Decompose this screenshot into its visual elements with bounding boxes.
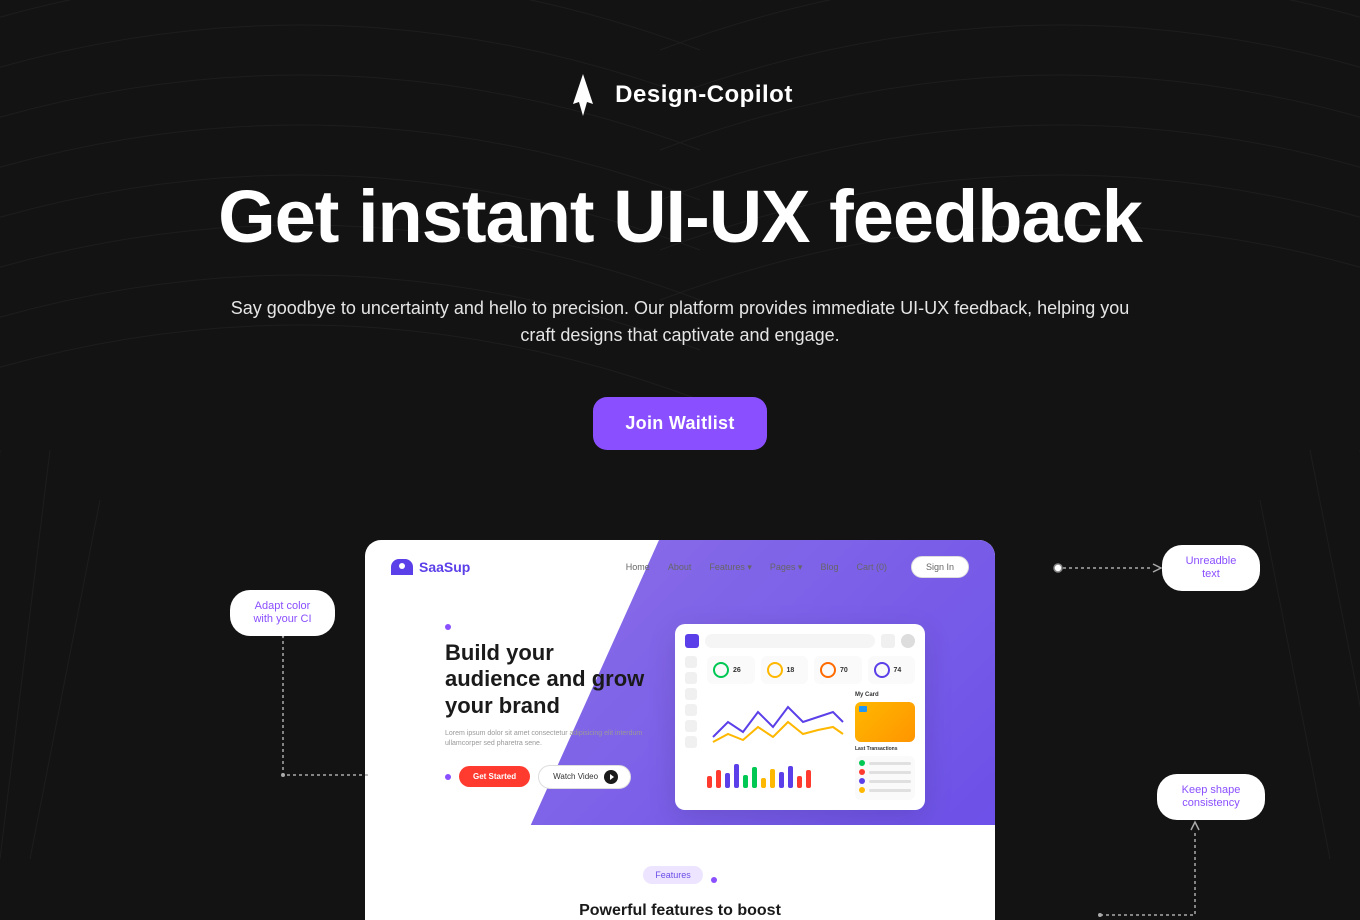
play-icon bbox=[604, 770, 618, 784]
mockup-cloud-icon bbox=[391, 559, 413, 575]
mockup-logo: SaaSup bbox=[391, 559, 470, 575]
stat-gauge-icon bbox=[874, 662, 890, 678]
mockup-nav-features: Features ▾ bbox=[709, 562, 752, 573]
mockup-nav-blog: Blog bbox=[820, 562, 838, 573]
connector-line-bottom-right bbox=[1095, 810, 1215, 920]
dashboard-transactions-title: Last Transactions bbox=[855, 746, 915, 752]
dashboard-bell-icon bbox=[881, 634, 895, 648]
chart-bar bbox=[725, 773, 730, 788]
dashboard-sidebar-item bbox=[685, 656, 697, 668]
mockup-subtext: Lorem ipsum dolor sit amet consectetur a… bbox=[445, 729, 645, 749]
stat-value: 26 bbox=[733, 667, 741, 674]
mockup-hero-section: Build your audience and grow your brand … bbox=[365, 594, 995, 810]
annotation-unreadable-text: Unreadble text bbox=[1162, 545, 1260, 591]
mockup-hero-text: Build your audience and grow your brand … bbox=[445, 624, 645, 810]
dashboard-line-chart bbox=[707, 692, 849, 752]
dashboard-card-title: My Card bbox=[855, 692, 915, 698]
hero-mockup-area: Adapt color with your CI Unreadble text … bbox=[230, 540, 1130, 920]
dashboard-credit-card bbox=[855, 702, 915, 742]
mockup-cta-buttons: Get Started Watch Video bbox=[445, 765, 645, 789]
mockup-watch-video-button: Watch Video bbox=[538, 765, 631, 789]
card-chip-icon bbox=[859, 706, 867, 712]
brand-name: Design-Copilot bbox=[615, 81, 793, 109]
logo-icon bbox=[567, 74, 599, 116]
list-line bbox=[869, 762, 911, 765]
dashboard-transaction-list bbox=[855, 756, 915, 800]
chart-bar bbox=[716, 770, 721, 788]
stat-value: 74 bbox=[894, 667, 902, 674]
dashboard-cloud-icon bbox=[685, 634, 699, 648]
dashboard-sidebar bbox=[685, 656, 701, 800]
hero-heading: Get instant UI-UX feedback bbox=[218, 174, 1142, 259]
status-dot-icon bbox=[859, 769, 865, 775]
dashboard-sidebar-item bbox=[685, 672, 697, 684]
join-waitlist-button[interactable]: Join Waitlist bbox=[593, 397, 766, 450]
stat-gauge-icon bbox=[767, 662, 783, 678]
list-item bbox=[859, 760, 911, 766]
list-item bbox=[859, 778, 911, 784]
chart-bar bbox=[770, 769, 775, 789]
list-item bbox=[859, 769, 911, 775]
annotation-adapt-color: Adapt color with your CI bbox=[230, 590, 335, 636]
chart-bar bbox=[779, 772, 784, 789]
dashboard-stat: 26 bbox=[707, 656, 755, 684]
dashboard-stat: 70 bbox=[814, 656, 862, 684]
mockup-accent-dot-2 bbox=[445, 774, 451, 780]
stat-value: 18 bbox=[787, 667, 795, 674]
chart-bar bbox=[707, 776, 712, 788]
chart-bar bbox=[797, 776, 802, 788]
mockup-nav-home: Home bbox=[626, 562, 650, 573]
dashboard-main: 26 18 70 bbox=[707, 656, 915, 800]
dashboard-avatar bbox=[901, 634, 915, 648]
chart-bar bbox=[752, 767, 757, 788]
dashboard-sidebar-item bbox=[685, 736, 697, 748]
mockup-get-started-button: Get Started bbox=[459, 766, 530, 787]
dashboard-bar-chart bbox=[707, 758, 849, 788]
dashboard-sidebar-item bbox=[685, 688, 697, 700]
status-dot-icon bbox=[859, 760, 865, 766]
mockup-signin-button: Sign In bbox=[911, 556, 969, 578]
connector-line-top-right bbox=[1053, 558, 1168, 578]
dashboard-search bbox=[705, 634, 875, 648]
connector-line-left bbox=[275, 625, 375, 805]
stat-gauge-icon bbox=[713, 662, 729, 678]
mockup-headline: Build your audience and grow your brand bbox=[445, 640, 645, 719]
status-dot-icon bbox=[859, 778, 865, 784]
mockup-logo-text: SaaSup bbox=[419, 559, 470, 575]
list-item bbox=[859, 787, 911, 793]
mockup-watch-video-label: Watch Video bbox=[553, 772, 598, 781]
mockup-accent-dot bbox=[445, 624, 451, 630]
dashboard-stat: 74 bbox=[868, 656, 916, 684]
stat-value: 70 bbox=[840, 667, 848, 674]
chart-bar bbox=[743, 775, 748, 789]
list-line bbox=[869, 780, 911, 783]
dashboard-sidebar-item bbox=[685, 704, 697, 716]
list-line bbox=[869, 771, 911, 774]
chart-bar bbox=[788, 766, 793, 789]
mockup-nav-about: About bbox=[668, 562, 692, 573]
mockup-dashboard-card: 26 18 70 bbox=[675, 624, 925, 810]
chart-bar bbox=[806, 770, 811, 788]
stat-gauge-icon bbox=[820, 662, 836, 678]
dashboard-right-panel: My Card Last Transactions bbox=[855, 692, 915, 800]
hero-subtitle: Say goodbye to uncertainty and hello to … bbox=[215, 295, 1145, 349]
dashboard-stats-row: 26 18 70 bbox=[707, 656, 915, 684]
annotation-shape-consistency: Keep shape consistency bbox=[1157, 774, 1265, 820]
mockup-features-heading: Powerful features to boost bbox=[365, 902, 995, 920]
mockup-nav-links: Home About Features ▾ Pages ▾ Blog Cart … bbox=[626, 562, 887, 573]
list-line bbox=[869, 789, 911, 792]
dashboard-sidebar-item bbox=[685, 720, 697, 732]
dashboard-header bbox=[685, 634, 915, 648]
website-mockup: SaaSup Home About Features ▾ Pages ▾ Blo… bbox=[365, 540, 995, 920]
chart-bar bbox=[734, 764, 739, 788]
mockup-navbar: SaaSup Home About Features ▾ Pages ▾ Blo… bbox=[365, 540, 995, 594]
mockup-features-badge: Features bbox=[643, 866, 703, 884]
status-dot-icon bbox=[859, 787, 865, 793]
brand-logo: Design-Copilot bbox=[567, 74, 793, 116]
mockup-nav-cart: Cart (0) bbox=[856, 562, 887, 573]
accent-dot-icon bbox=[711, 877, 717, 883]
dashboard-stat: 18 bbox=[761, 656, 809, 684]
chart-bar bbox=[761, 778, 766, 789]
mockup-nav-pages: Pages ▾ bbox=[770, 562, 803, 573]
